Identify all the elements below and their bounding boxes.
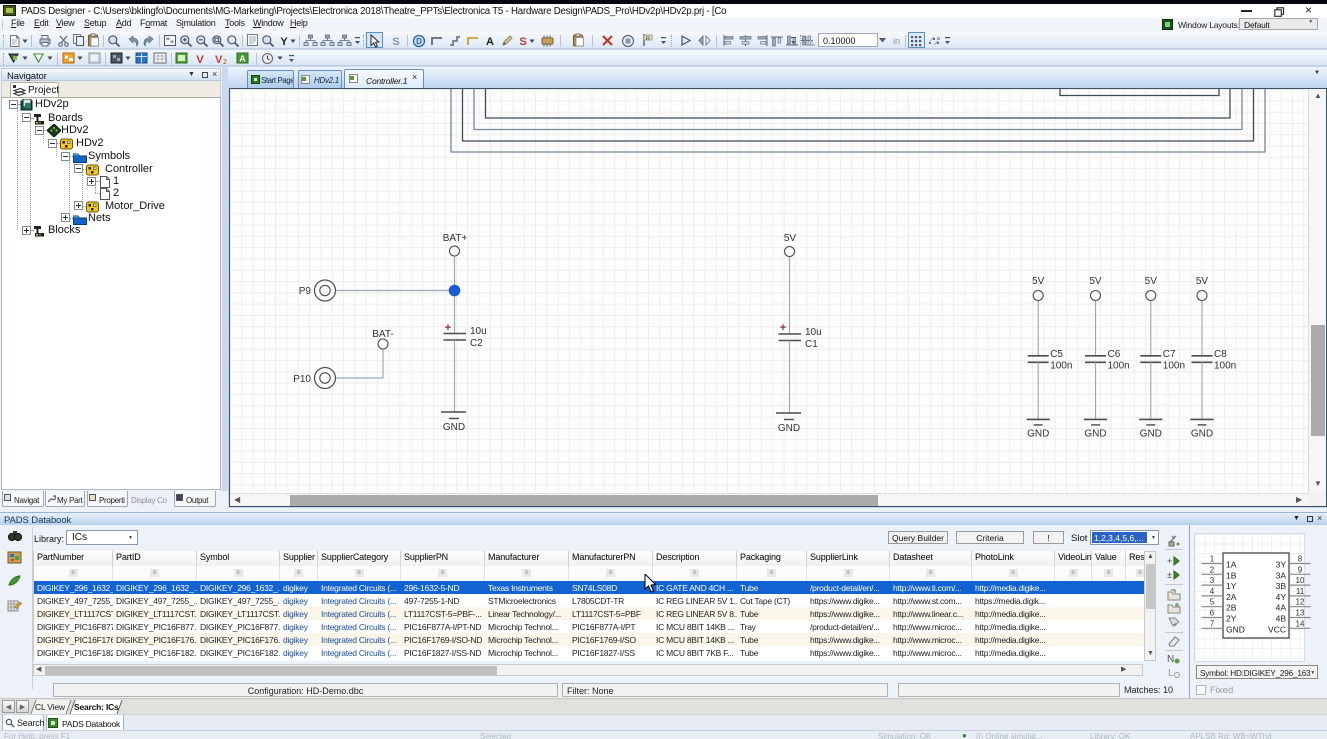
svg-text:2Y: 2Y (1226, 614, 1237, 624)
svg-text:100n: 100n (1108, 360, 1130, 371)
svg-text:2: 2 (223, 59, 227, 65)
svg-text:5V: 5V (1032, 276, 1045, 287)
svg-text:P9: P9 (299, 286, 312, 297)
svg-text:±: ± (1167, 570, 1172, 580)
svg-text:100n: 100n (1163, 360, 1185, 371)
svg-text:a: a (937, 36, 940, 42)
svg-text:GND: GND (1084, 428, 1106, 439)
svg-text:BAT-: BAT- (372, 329, 393, 340)
svg-text:3B: 3B (1276, 581, 1287, 591)
svg-text:11: 11 (1296, 587, 1305, 596)
svg-text:S: S (392, 36, 399, 48)
svg-text:4: 4 (1210, 587, 1215, 596)
svg-text:2A: 2A (1226, 592, 1237, 602)
svg-text:10u: 10u (470, 326, 487, 337)
svg-text:C2: C2 (470, 338, 483, 349)
svg-text:+: + (445, 322, 451, 334)
svg-text:14: 14 (1296, 619, 1305, 628)
svg-text:GND: GND (443, 422, 465, 433)
svg-text:10: 10 (1296, 576, 1305, 585)
svg-text:+: + (1173, 622, 1177, 628)
svg-text:1Y: 1Y (1226, 581, 1237, 591)
svg-text:V: V (215, 54, 223, 65)
svg-text:8: 8 (1298, 555, 1303, 564)
svg-text:GND: GND (778, 423, 800, 434)
svg-text:7: 7 (1210, 619, 1215, 628)
svg-text:V: V (196, 54, 204, 66)
svg-text:5V: 5V (1145, 276, 1158, 287)
svg-text:A: A (239, 54, 245, 64)
svg-text:6: 6 (1210, 609, 1215, 618)
svg-text:C5: C5 (1050, 349, 1063, 360)
svg-text:GND: GND (1140, 428, 1162, 439)
svg-text:3Y: 3Y (1276, 560, 1287, 570)
svg-text:4B: 4B (1276, 614, 1287, 624)
svg-text:S: S (519, 36, 526, 48)
svg-text:R: R (646, 36, 650, 42)
svg-text:13: 13 (1296, 609, 1305, 618)
svg-text:5: 5 (1210, 598, 1215, 607)
svg-text:4Y: 4Y (1276, 592, 1287, 602)
svg-text:1B: 1B (1226, 570, 1237, 580)
svg-text:C8: C8 (1214, 349, 1227, 360)
svg-text:C6: C6 (1108, 349, 1121, 360)
svg-text:+: + (780, 322, 786, 334)
svg-text:P10: P10 (293, 374, 311, 385)
svg-text:5V: 5V (1196, 276, 1209, 287)
svg-text:GND: GND (1027, 428, 1049, 439)
svg-text:100n: 100n (1050, 360, 1072, 371)
svg-text:BAT+: BAT+ (443, 233, 468, 244)
svg-text:VCC: VCC (1268, 624, 1286, 634)
svg-text:GND: GND (1191, 428, 1213, 439)
svg-text:10u: 10u (805, 327, 822, 338)
svg-text:2B: 2B (1226, 603, 1237, 613)
svg-text:N: N (1167, 654, 1174, 665)
svg-text:4A: 4A (1276, 603, 1287, 613)
svg-text:L: L (1168, 668, 1174, 679)
svg-text:12: 12 (1296, 598, 1305, 607)
svg-text:1A: 1A (1226, 560, 1237, 570)
svg-text:C1: C1 (805, 339, 818, 350)
svg-text:9: 9 (1298, 565, 1303, 574)
svg-text:5V: 5V (784, 233, 797, 244)
svg-text:Y: Y (280, 36, 288, 48)
svg-text:D: D (416, 37, 422, 46)
svg-text:C7: C7 (1163, 349, 1176, 360)
svg-text:100n: 100n (1214, 360, 1236, 371)
svg-text:3A: 3A (1276, 570, 1287, 580)
svg-text:GND: GND (1226, 624, 1245, 634)
svg-text:2: 2 (1210, 565, 1215, 574)
svg-text:3: 3 (1210, 576, 1215, 585)
svg-text:+: + (1167, 556, 1172, 566)
svg-text:5V: 5V (1089, 276, 1102, 287)
svg-text:A: A (486, 36, 494, 48)
svg-text:1: 1 (1210, 555, 1215, 564)
